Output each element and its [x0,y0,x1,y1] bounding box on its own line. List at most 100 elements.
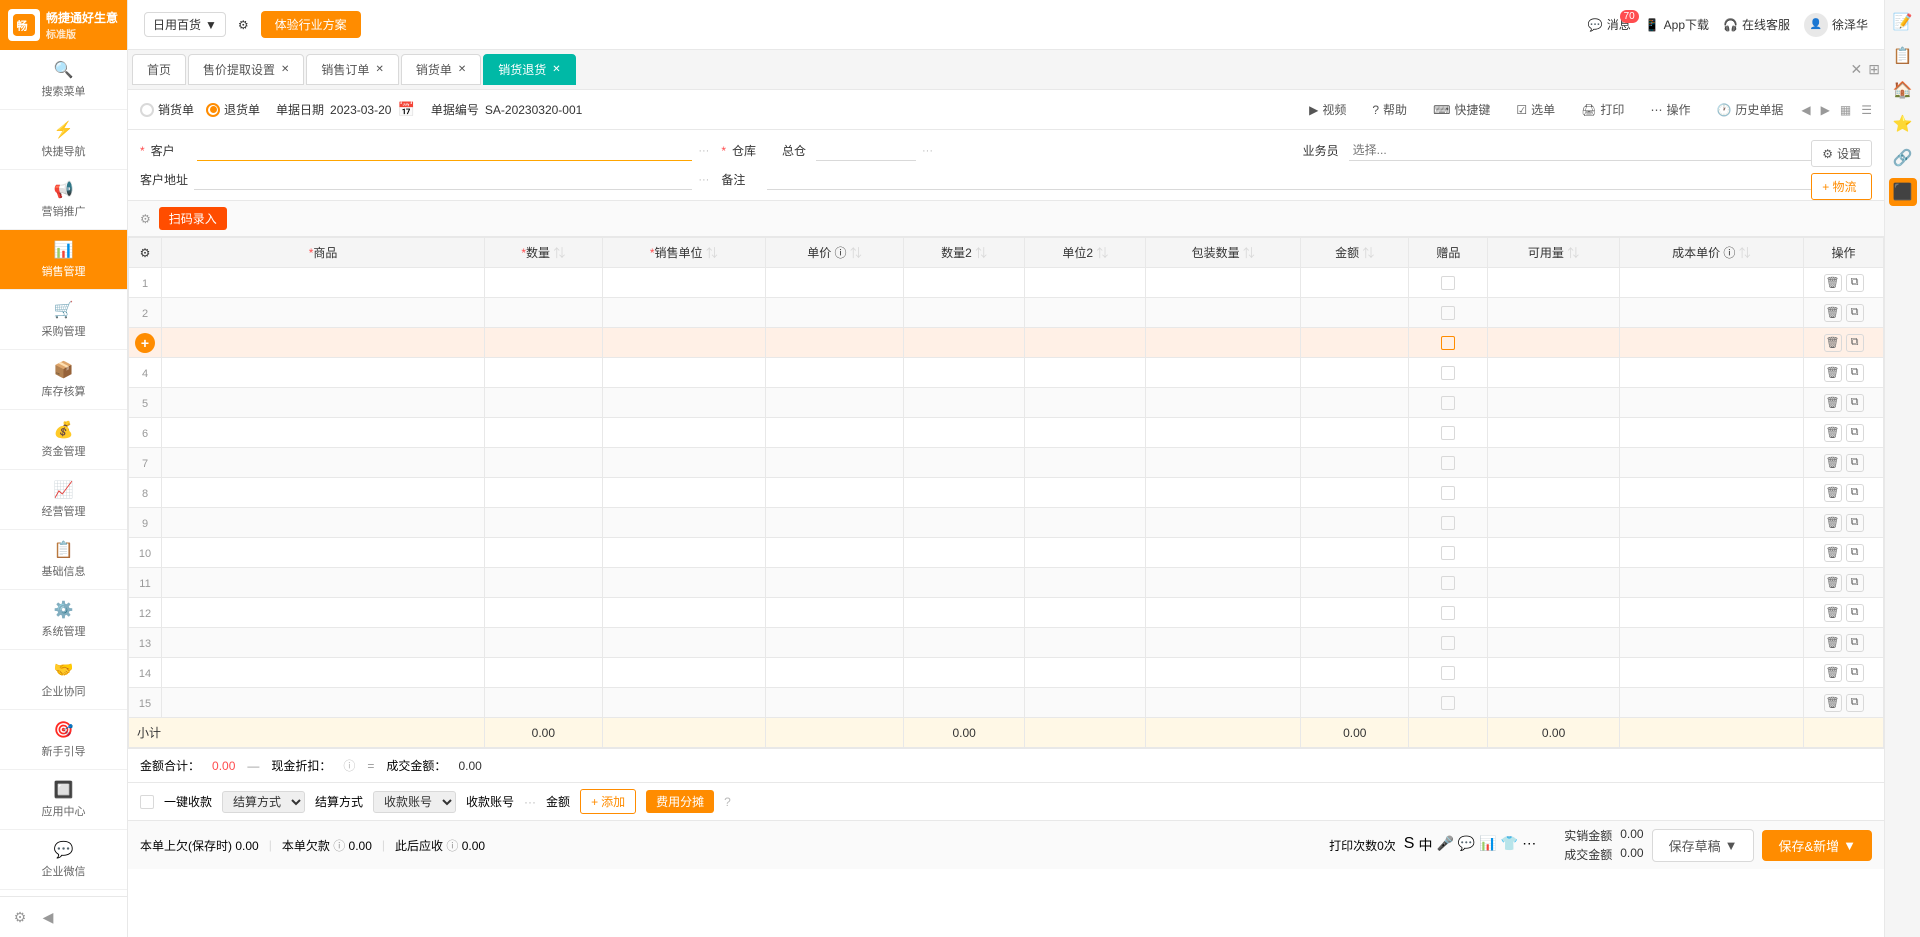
tool-icon-4[interactable]: 💬 [1458,835,1475,855]
scan-button[interactable]: 扫码录入 [159,207,227,230]
rp-icon-5[interactable]: 🔗 [1889,144,1917,172]
copy-row-btn[interactable]: ⧉ [1846,274,1864,292]
cost-cell[interactable] [1619,598,1803,628]
unit-cell[interactable] [602,268,766,298]
gift-checkbox[interactable] [1441,426,1455,440]
amount-cell[interactable] [1301,688,1409,718]
product-cell[interactable] [162,298,485,328]
qty2-cell[interactable] [904,478,1025,508]
delete-row-btn[interactable]: 🗑 [1824,694,1842,712]
gift-checkbox[interactable] [1441,636,1455,650]
available-cell[interactable] [1488,688,1619,718]
product-cell[interactable] [162,538,485,568]
nav-next-icon[interactable]: ▶ [1821,103,1830,117]
available-cell[interactable] [1488,358,1619,388]
video-btn[interactable]: ▶ 视频 [1301,98,1354,121]
qty2-cell[interactable] [904,298,1025,328]
add-payment-btn[interactable]: + 添加 [580,789,636,814]
gift-cell[interactable] [1409,598,1488,628]
dropdown-arrow-new[interactable]: ▼ [1843,838,1856,853]
qty-cell[interactable] [485,298,602,328]
unit2-cell[interactable] [1025,628,1146,658]
price-cell[interactable] [766,568,904,598]
salesrep-input[interactable] [1349,140,1855,161]
price-cell[interactable] [766,358,904,388]
customer-more-btn[interactable]: ··· [698,145,709,157]
delete-row-btn[interactable]: 🗑 [1824,394,1842,412]
product-cell[interactable] [162,448,485,478]
tab-close-icon[interactable]: ✕ [552,64,560,75]
sidebar-item-inventory[interactable]: 📦 库存核算 [0,350,127,410]
available-cell[interactable] [1488,628,1619,658]
qty2-cell[interactable] [904,358,1025,388]
product-cell[interactable] [162,328,485,358]
qty-cell[interactable] [485,478,602,508]
rp-icon-2[interactable]: 📋 [1889,42,1917,70]
qty2-cell[interactable] [904,508,1025,538]
cost-cell[interactable] [1619,448,1803,478]
message-btn[interactable]: 💬 消息 70 [1588,16,1631,33]
unit2-cell[interactable] [1025,388,1146,418]
amount-cell[interactable] [1301,298,1409,328]
qty-cell[interactable] [485,568,602,598]
app-download-btn[interactable]: 📱 App下载 [1645,16,1709,33]
gift-cell[interactable] [1409,538,1488,568]
qty2-cell[interactable] [904,568,1025,598]
qty2-cell[interactable] [904,268,1025,298]
pkg-cell[interactable] [1146,598,1301,628]
print-btn[interactable]: 🖨 打印 [1573,98,1632,121]
tool-icon-1[interactable]: S [1404,835,1415,855]
nav-prev-icon[interactable]: ◀ [1801,103,1810,117]
amount-cell[interactable] [1301,538,1409,568]
warehouse-input[interactable] [816,140,916,161]
account-select[interactable]: 收款账号 [373,791,456,813]
product-cell[interactable] [162,418,485,448]
copy-row-btn[interactable]: ⧉ [1846,664,1864,682]
amount-cell[interactable] [1301,568,1409,598]
delete-row-btn[interactable]: 🗑 [1824,484,1842,502]
delete-row-btn[interactable]: 🗑 [1824,574,1842,592]
settings-topbar-btn[interactable]: ⚙ [238,18,249,32]
unit2-cell[interactable] [1025,298,1146,328]
price-cell[interactable] [766,328,904,358]
pkg-cell[interactable] [1146,478,1301,508]
operate-btn[interactable]: ⋯ 操作 [1642,98,1698,121]
list-view-icon[interactable]: ☰ [1861,103,1872,117]
pkg-cell[interactable] [1146,298,1301,328]
settings-icon[interactable]: ⚙ [8,905,32,929]
industry-select[interactable]: 日用百货 ▼ [144,12,226,37]
product-cell[interactable] [162,478,485,508]
qty2-cell[interactable] [904,328,1025,358]
available-cell[interactable] [1488,388,1619,418]
sidebar-item-purchase[interactable]: 🛒 采购管理 [0,290,127,350]
qty-cell[interactable] [485,538,602,568]
amount-cell[interactable] [1301,628,1409,658]
qty-cell[interactable] [485,688,602,718]
unit-cell[interactable] [602,388,766,418]
dropdown-arrow[interactable]: ▼ [1725,838,1738,853]
unit2-cell[interactable] [1025,328,1146,358]
gift-checkbox[interactable] [1441,486,1455,500]
qty2-cell[interactable] [904,598,1025,628]
unit-cell[interactable] [602,328,766,358]
copy-row-btn[interactable]: ⧉ [1846,454,1864,472]
delete-row-btn[interactable]: 🗑 [1824,424,1842,442]
price-cell[interactable] [766,298,904,328]
cost-cell[interactable] [1619,688,1803,718]
unit-cell[interactable] [602,508,766,538]
qty-cell[interactable] [485,418,602,448]
unit2-cell[interactable] [1025,688,1146,718]
cost-cell[interactable] [1619,658,1803,688]
amount-cell[interactable] [1301,418,1409,448]
settlement-select[interactable]: 结算方式 [222,791,305,813]
delete-row-btn[interactable]: 🗑 [1824,304,1842,322]
product-cell[interactable] [162,688,485,718]
qty-cell[interactable] [485,388,602,418]
user-menu[interactable]: 👤 徐泽华 [1804,13,1868,37]
price-cell[interactable] [766,478,904,508]
qty-cell[interactable] [485,268,602,298]
gift-cell[interactable] [1409,478,1488,508]
gift-checkbox[interactable] [1441,576,1455,590]
cost-cell[interactable] [1619,388,1803,418]
amount-cell[interactable] [1301,508,1409,538]
